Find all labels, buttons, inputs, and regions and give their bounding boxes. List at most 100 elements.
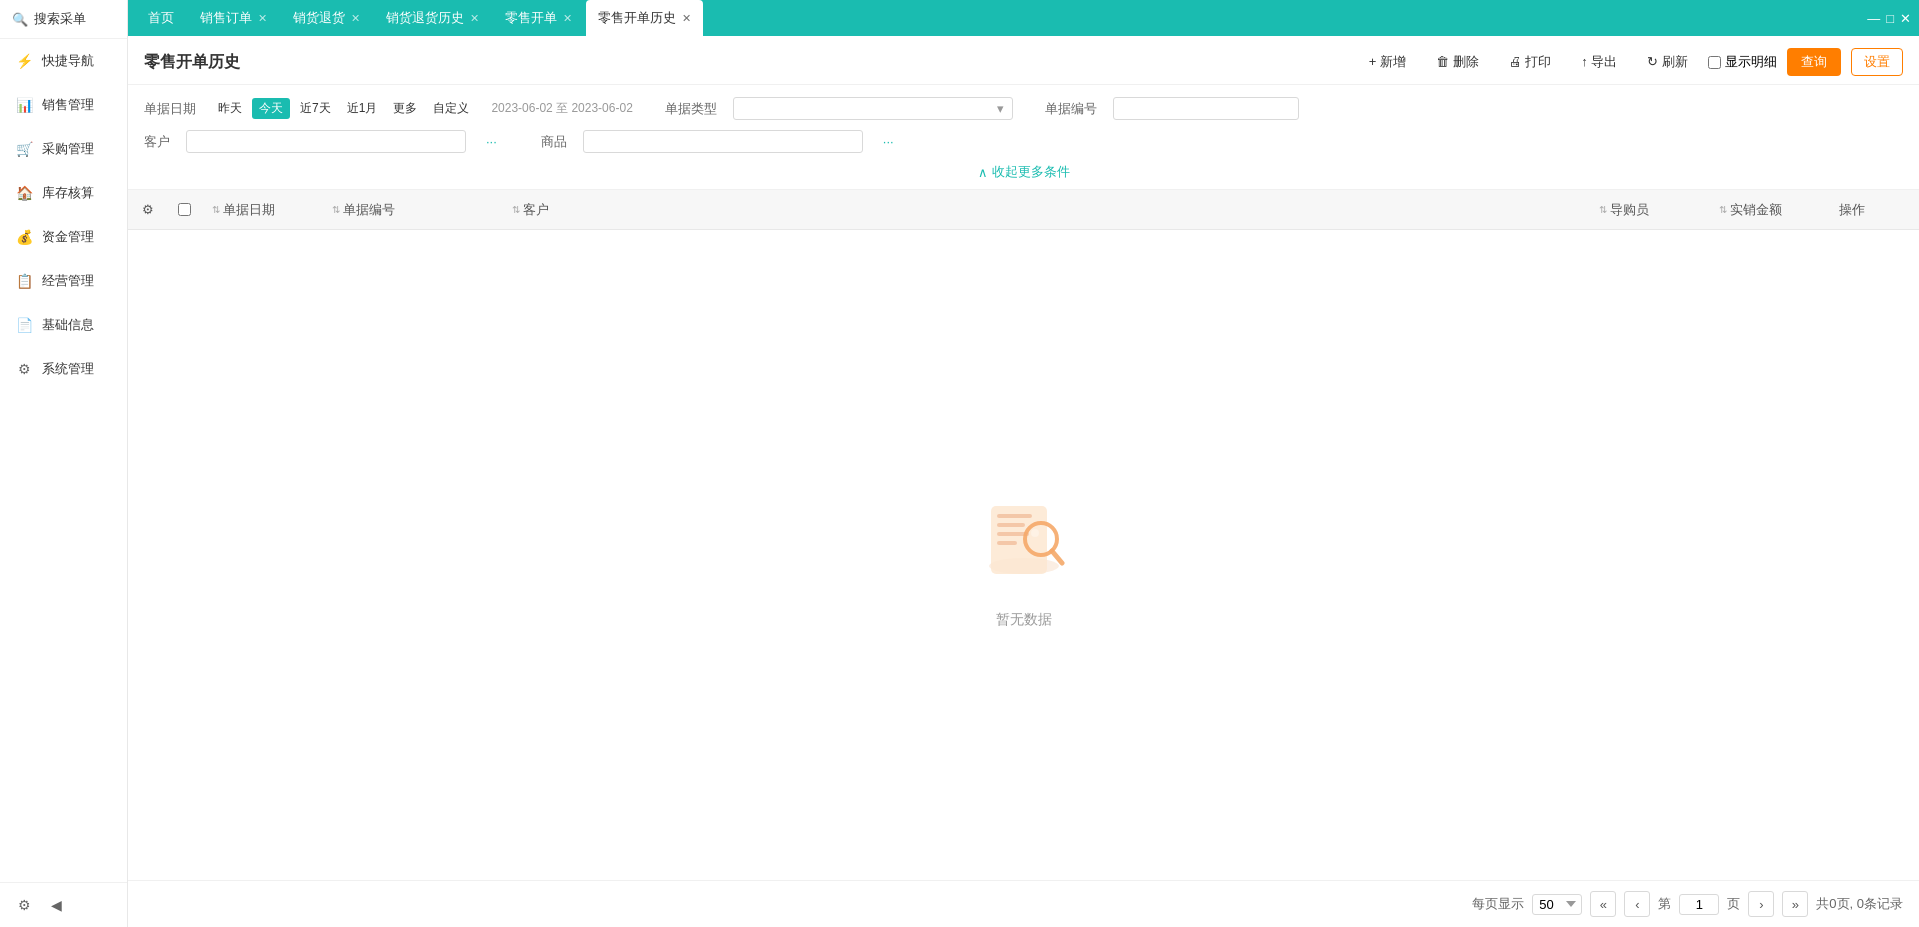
customer-label: 客户 xyxy=(144,133,170,151)
refresh-button[interactable]: ↻ 刷新 xyxy=(1637,49,1698,75)
product-label: 商品 xyxy=(541,133,567,151)
svg-rect-2 xyxy=(997,514,1032,518)
next-page-button[interactable]: › xyxy=(1748,891,1774,917)
total-info: 共0页, 0条记录 xyxy=(1816,895,1903,913)
date-filter-buttons: 昨天今天近7天近1月更多自定义 xyxy=(212,98,475,119)
sidebar-item-sales-mgmt[interactable]: 📊 销售管理 xyxy=(0,83,127,127)
date-btn-昨天[interactable]: 昨天 xyxy=(212,98,248,119)
sidebar-item-business[interactable]: 📋 经营管理 xyxy=(0,259,127,303)
th-amount-sort-icon: ⇅ xyxy=(1719,204,1727,215)
tab-close-sales-order[interactable]: ✕ xyxy=(258,12,267,25)
show-detail-checkbox-label[interactable]: 显示明细 xyxy=(1708,53,1777,71)
tab-sales-return[interactable]: 销货退货✕ xyxy=(281,0,372,36)
customer-dots[interactable]: ··· xyxy=(482,134,501,149)
svg-line-7 xyxy=(1052,551,1062,563)
sidebar-item-quick-nav[interactable]: ⚡ 快捷导航 xyxy=(0,39,127,83)
th-date-label: 单据日期 xyxy=(223,201,275,219)
th-date-sort-icon: ⇅ xyxy=(212,204,220,215)
page-header: 零售开单历史 + 新增 🗑 删除 🖨 打印 ↑ 导出 ↻ 刷新 显示明细 查询 … xyxy=(128,36,1919,85)
sidebar-item-basic-info[interactable]: 📄 基础信息 xyxy=(0,303,127,347)
tab-retail-open-history[interactable]: 零售开单历史 ✕ xyxy=(586,0,703,36)
th-num[interactable]: ⇅ 单据编号 xyxy=(324,201,504,219)
th-customer-sort-icon: ⇅ xyxy=(512,204,520,215)
search-icon: 🔍 xyxy=(12,12,28,27)
tab-label-sales-return-history: 销货退货历史 xyxy=(386,9,464,27)
per-page-select[interactable]: 20 50 100 200 xyxy=(1532,894,1582,915)
th-date[interactable]: ⇅ 单据日期 xyxy=(204,201,324,219)
date-btn-今天[interactable]: 今天 xyxy=(252,98,290,119)
sidebar-label-purchase-mgmt: 采购管理 xyxy=(42,140,94,158)
settings-icon[interactable]: ⚙ xyxy=(14,895,34,915)
th-num-label: 单据编号 xyxy=(343,201,395,219)
print-button[interactable]: 🖨 打印 xyxy=(1499,49,1562,75)
toolbar: + 新增 🗑 删除 🖨 打印 ↑ 导出 ↻ 刷新 显示明细 查询 设置 xyxy=(1359,48,1903,76)
close-button[interactable]: ✕ xyxy=(1900,11,1911,26)
sidebar-label-sales-mgmt: 销售管理 xyxy=(42,96,94,114)
page-input[interactable] xyxy=(1679,894,1719,915)
date-btn-自定义[interactable]: 自定义 xyxy=(427,98,475,119)
tab-close-sales-return[interactable]: ✕ xyxy=(351,12,360,25)
collapse-icon[interactable]: ◀ xyxy=(46,895,66,915)
customer-input[interactable] xyxy=(186,130,466,153)
page-prefix: 第 xyxy=(1658,895,1671,913)
sidebar-item-finance[interactable]: 💰 资金管理 xyxy=(0,215,127,259)
collapse-button[interactable]: ∧ 收起更多条件 xyxy=(144,163,1903,181)
th-action-label: 操作 xyxy=(1839,201,1865,219)
tab-retail-open[interactable]: 零售开单 ✕ xyxy=(493,0,584,36)
sidebar: 🔍 搜索采单 ⚡ 快捷导航📊 销售管理🛒 采购管理🏠 库存核算💰 资金管理📋 经… xyxy=(0,0,128,927)
select-all-checkbox[interactable] xyxy=(178,203,191,216)
th-action: 操作 xyxy=(1831,201,1911,219)
product-dots[interactable]: ··· xyxy=(879,134,898,149)
last-page-button[interactable]: » xyxy=(1782,891,1808,917)
tab-label-retail-open: 零售开单 xyxy=(505,9,557,27)
tab-close-sales-return-history[interactable]: ✕ xyxy=(470,12,479,25)
tab-sales-order[interactable]: 销售订单 ✕ xyxy=(188,0,279,36)
sidebar-label-business: 经营管理 xyxy=(42,272,94,290)
docnum-input[interactable] xyxy=(1113,97,1299,120)
page-title: 零售开单历史 xyxy=(144,52,240,73)
query-button[interactable]: 查询 xyxy=(1787,48,1841,76)
svg-rect-3 xyxy=(997,523,1025,527)
minimize-button[interactable]: — xyxy=(1867,11,1880,26)
sidebar-icon-sys-mgmt: ⚙ xyxy=(14,359,34,379)
th-amount-label: 实销金额 xyxy=(1730,201,1782,219)
date-btn-近1月[interactable]: 近1月 xyxy=(341,98,384,119)
sidebar-icon-quick-nav: ⚡ xyxy=(14,51,34,71)
th-guide[interactable]: ⇅ 导购员 xyxy=(1591,201,1711,219)
th-amount[interactable]: ⇅ 实销金额 xyxy=(1711,201,1831,219)
tab-close-retail-open-history[interactable]: ✕ xyxy=(682,12,691,25)
table-gear-icon[interactable]: ⚙ xyxy=(136,202,172,217)
tabs-area: 首页销售订单✕销货退货✕销货退货历史✕零售开单✕零售开单历史✕ xyxy=(136,0,703,36)
date-btn-更多[interactable]: 更多 xyxy=(387,98,423,119)
main-area: 首页销售订单✕销货退货✕销货退货历史✕零售开单✕零售开单历史✕ — □ ✕ 零售… xyxy=(128,0,1919,927)
tab-label-sales-order: 销售订单 xyxy=(200,9,252,27)
filter-area: 单据日期 昨天今天近7天近1月更多自定义 2023-06-02 至 2023-0… xyxy=(128,85,1919,190)
th-customer-label: 客户 xyxy=(523,201,549,219)
tab-close-retail-open[interactable]: ✕ xyxy=(563,12,572,25)
tab-label-retail-open-history: 零售开单历史 xyxy=(598,9,676,27)
table-checkbox-header[interactable] xyxy=(172,203,204,216)
add-button[interactable]: + 新增 xyxy=(1359,49,1416,75)
delete-button[interactable]: 🗑 删除 xyxy=(1426,49,1489,75)
tab-sales-return-history[interactable]: 销货退货历史 ✕ xyxy=(374,0,491,36)
settings-button[interactable]: 设置 xyxy=(1851,48,1903,76)
type-label: 单据类型 xyxy=(665,100,717,118)
prev-page-button[interactable]: ‹ xyxy=(1624,891,1650,917)
sidebar-item-purchase-mgmt[interactable]: 🛒 采购管理 xyxy=(0,127,127,171)
export-button[interactable]: ↑ 导出 xyxy=(1571,49,1627,75)
tab-home[interactable]: 首页 xyxy=(136,0,186,36)
first-page-button[interactable]: « xyxy=(1590,891,1616,917)
type-select[interactable]: ▾ xyxy=(733,97,1013,120)
maximize-button[interactable]: □ xyxy=(1886,11,1894,26)
collapse-arrow-icon: ∧ xyxy=(978,165,988,180)
sidebar-item-sys-mgmt[interactable]: ⚙ 系统管理 xyxy=(0,347,127,391)
sidebar-search-label: 搜索采单 xyxy=(34,10,86,28)
product-input[interactable] xyxy=(583,130,863,153)
th-customer[interactable]: ⇅ 客户 xyxy=(504,201,1591,219)
show-detail-checkbox[interactable] xyxy=(1708,56,1721,69)
page-suffix: 页 xyxy=(1727,895,1740,913)
sidebar-item-inventory[interactable]: 🏠 库存核算 xyxy=(0,171,127,215)
sidebar-icon-basic-info: 📄 xyxy=(14,315,34,335)
date-btn-近7天[interactable]: 近7天 xyxy=(294,98,337,119)
sidebar-search[interactable]: 🔍 搜索采单 xyxy=(0,0,127,39)
